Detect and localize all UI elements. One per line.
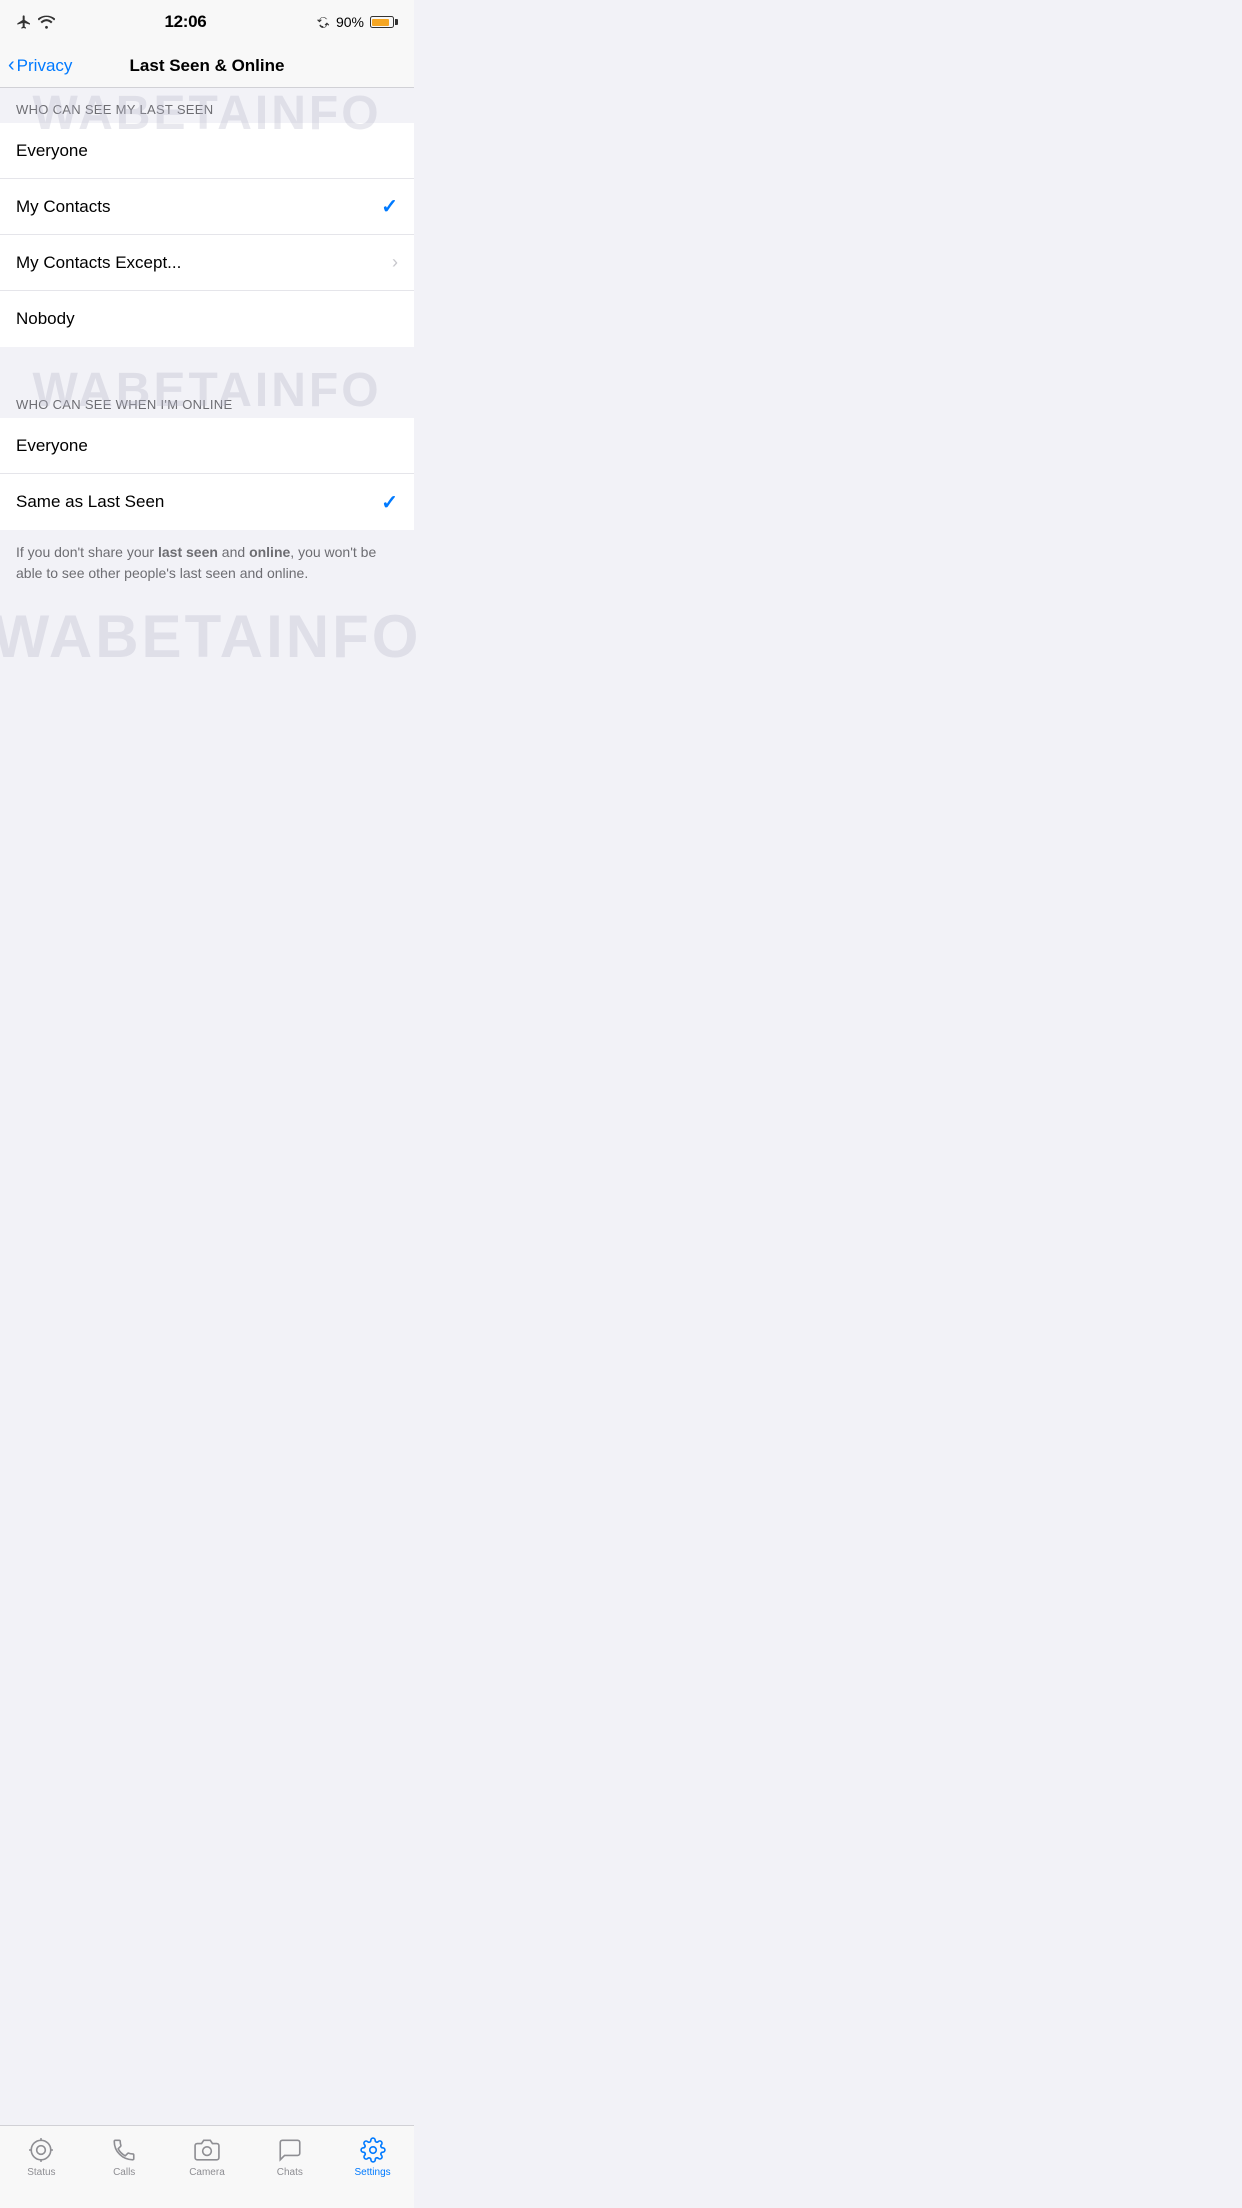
item-label: Nobody (16, 309, 75, 329)
status-icon (28, 2137, 54, 2163)
section-gap (0, 347, 414, 383)
checkmark-icon: ✓ (381, 194, 398, 219)
list-item-same-as-last-seen[interactable]: Same as Last Seen ✓ (0, 474, 414, 530)
section-last-seen-header: WHO CAN SEE MY LAST SEEN (0, 88, 414, 123)
status-bar-right: 90% (316, 14, 398, 30)
section-online: WHO CAN SEE WHEN I'M ONLINE Everyone Sam… (0, 383, 414, 530)
camera-tab-icon (193, 2136, 221, 2164)
settings-icon (360, 2137, 386, 2163)
section-online-header: WHO CAN SEE WHEN I'M ONLINE (0, 383, 414, 418)
orientation-lock-icon (316, 15, 330, 29)
status-time: 12:06 (164, 12, 206, 32)
camera-tab-label: Camera (189, 2167, 225, 2178)
page-wrapper: 12:06 90% ‹ Privacy Last Seen & Online W… (0, 0, 414, 979)
info-text-prefix: If you don't share your (16, 544, 158, 560)
settings-tab-label: Settings (355, 2167, 391, 2178)
item-label: My Contacts (16, 197, 110, 217)
nav-header: ‹ Privacy Last Seen & Online (0, 44, 414, 88)
calls-icon (111, 2137, 137, 2163)
chevron-right-icon: › (392, 252, 398, 273)
item-label: Same as Last Seen (16, 492, 164, 512)
tab-status[interactable]: Status (11, 2136, 71, 2178)
status-bar: 12:06 90% (0, 0, 414, 44)
airplane-icon (16, 14, 32, 30)
tab-chats[interactable]: Chats (260, 2136, 320, 2178)
checkmark-icon: ✓ (381, 490, 398, 515)
item-label: Everyone (16, 436, 88, 456)
list-item-my-contacts-except-last[interactable]: My Contacts Except... › (0, 235, 414, 291)
tab-calls[interactable]: Calls (94, 2136, 154, 2178)
empty-space (0, 696, 414, 896)
info-text-mid: and (218, 544, 249, 560)
back-chevron-icon: ‹ (8, 55, 15, 75)
wifi-icon (38, 15, 55, 29)
content-area: WHO CAN SEE MY LAST SEEN Everyone My Con… (0, 88, 414, 979)
list-item-my-contacts-last[interactable]: My Contacts ✓ (0, 179, 414, 235)
section-online-body: Everyone Same as Last Seen ✓ (0, 418, 414, 530)
chats-tab-icon (276, 2136, 304, 2164)
info-text: If you don't share your last seen and on… (0, 530, 414, 596)
tab-settings[interactable]: Settings (343, 2136, 403, 2178)
chats-icon (277, 2137, 303, 2163)
status-tab-label: Status (27, 2167, 55, 2178)
info-bold-online: online (249, 544, 290, 560)
section-last-seen: WHO CAN SEE MY LAST SEEN Everyone My Con… (0, 88, 414, 347)
page-title: Last Seen & Online (130, 56, 285, 76)
battery-percent: 90% (336, 14, 364, 30)
chats-tab-label: Chats (277, 2167, 303, 2178)
list-item-everyone-last[interactable]: Everyone (0, 123, 414, 179)
camera-icon (194, 2137, 220, 2163)
status-tab-icon (27, 2136, 55, 2164)
list-item-nobody-last[interactable]: Nobody (0, 291, 414, 347)
settings-tab-icon (359, 2136, 387, 2164)
item-label: My Contacts Except... (16, 253, 181, 273)
tab-bar: Status Calls Camera (0, 2125, 414, 2208)
status-bar-left (16, 14, 55, 30)
tab-camera[interactable]: Camera (177, 2136, 237, 2178)
calls-tab-label: Calls (113, 2167, 135, 2178)
info-bold-last-seen: last seen (158, 544, 218, 560)
back-button[interactable]: ‹ Privacy (8, 56, 72, 76)
watermark-bottom: WABetaInfo (0, 606, 421, 666)
battery-icon (370, 16, 398, 28)
section-last-seen-body: Everyone My Contacts ✓ My Contacts Excep… (0, 123, 414, 347)
list-item-everyone-online[interactable]: Everyone (0, 418, 414, 474)
calls-tab-icon (110, 2136, 138, 2164)
back-label: Privacy (17, 56, 73, 76)
item-label: Everyone (16, 141, 88, 161)
